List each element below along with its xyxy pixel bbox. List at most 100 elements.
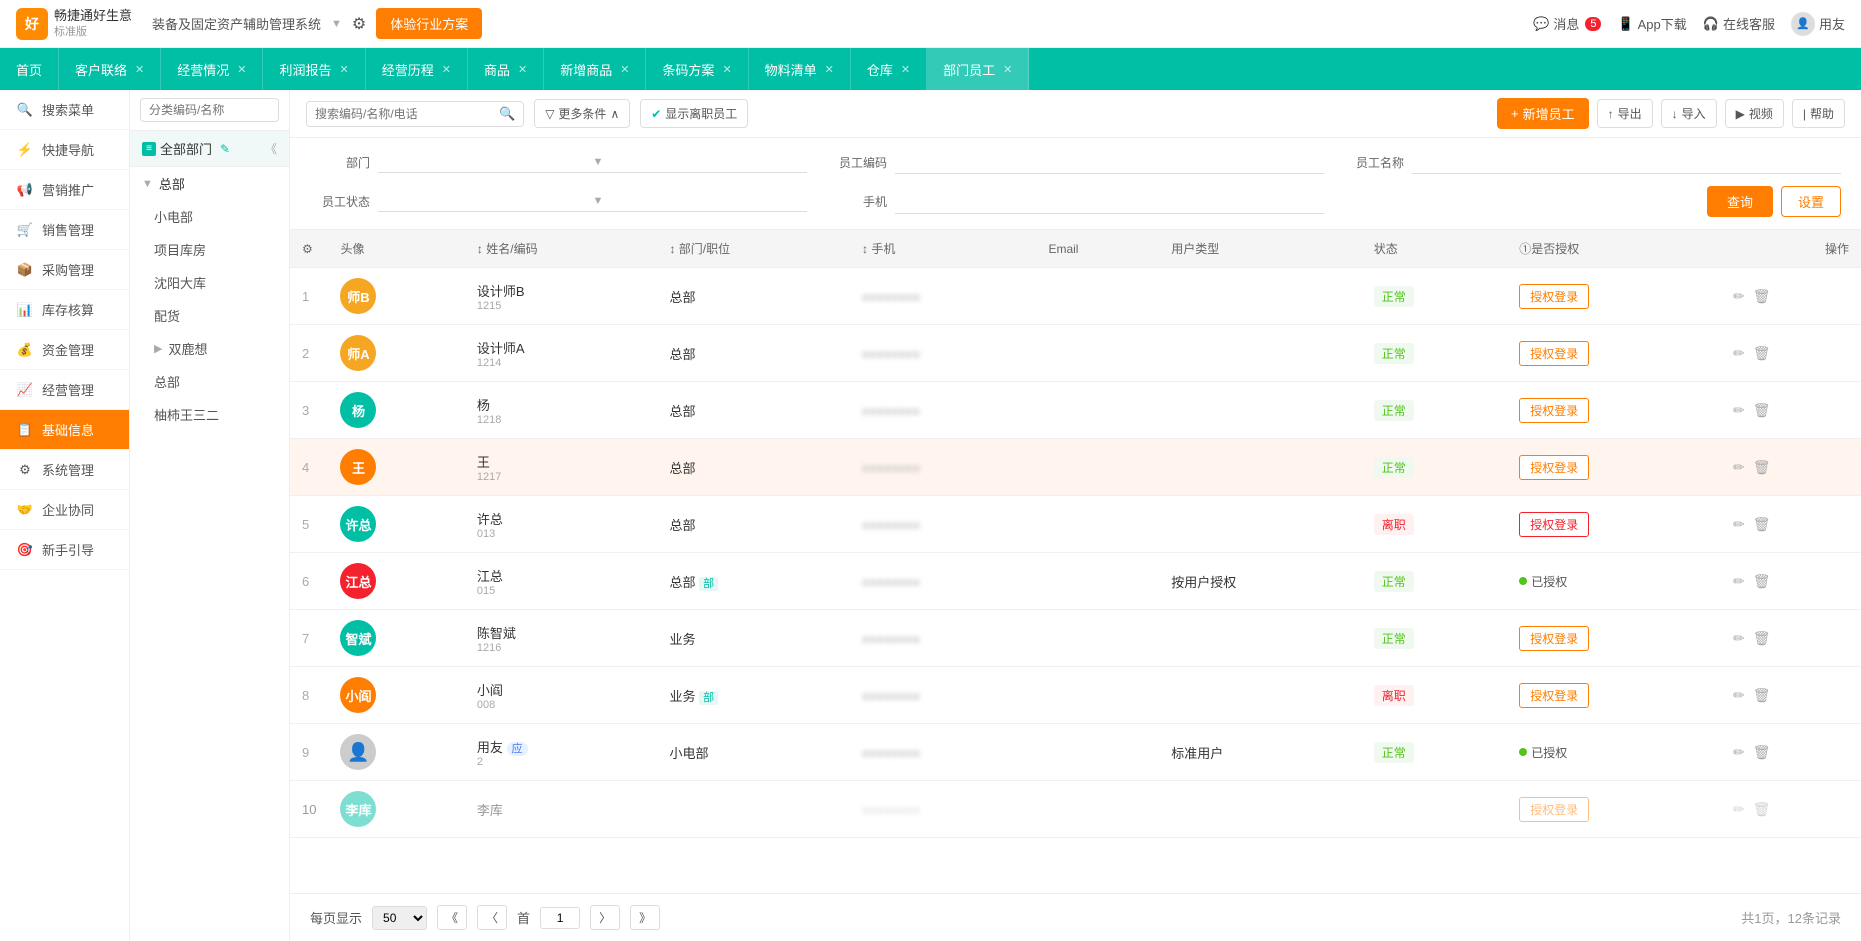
sidebar-item-guide[interactable]: 🎯 新手引导 — [0, 530, 129, 570]
auth-button[interactable]: 授权登录 — [1519, 797, 1589, 822]
dept-tree-item-shenyang[interactable]: 沈阳大库 — [130, 266, 289, 299]
delete-button[interactable]: 🗑 — [1753, 801, 1771, 818]
delete-button[interactable]: 🗑 — [1753, 573, 1771, 590]
tab-warehouse[interactable]: 仓库 ✕ — [851, 48, 927, 90]
page-number-input[interactable] — [540, 907, 580, 929]
tab-add-goods[interactable]: 新增商品 ✕ — [544, 48, 646, 90]
prev-page-button[interactable]: 〈 — [477, 905, 507, 930]
sidebar-item-finance[interactable]: 💰 资金管理 — [0, 330, 129, 370]
auth-button[interactable]: 授权登录 — [1519, 626, 1589, 651]
sidebar-item-marketing[interactable]: 📢 营销推广 — [0, 170, 129, 210]
col-settings[interactable]: ⚙ — [290, 230, 328, 268]
close-icon[interactable]: ✕ — [722, 63, 731, 76]
close-icon[interactable]: ✕ — [237, 63, 246, 76]
close-icon[interactable]: ✕ — [1003, 63, 1012, 76]
delete-button[interactable]: 🗑 — [1753, 288, 1771, 305]
edit-button[interactable]: ✏ — [1733, 345, 1745, 362]
status-select[interactable]: ▼ — [378, 191, 807, 212]
close-icon[interactable]: ✕ — [901, 63, 910, 76]
close-icon[interactable]: ✕ — [620, 63, 629, 76]
dept-tree-item-xiaodian[interactable]: 小电部 — [130, 200, 289, 233]
tab-history[interactable]: 经营历程 ✕ — [366, 48, 468, 90]
close-icon[interactable]: ✕ — [518, 63, 527, 76]
delete-button[interactable]: 🗑 — [1753, 402, 1771, 419]
auth-button[interactable]: 授权登录 — [1519, 683, 1589, 708]
video-button[interactable]: ▶ 视频 — [1725, 99, 1784, 128]
auth-button[interactable]: 授权登录 — [1519, 284, 1589, 309]
sidebar-item-sales[interactable]: 🛒 销售管理 — [0, 210, 129, 250]
close-icon[interactable]: ✕ — [825, 63, 834, 76]
dept-tree-item-zongbu[interactable]: 总部 — [130, 365, 289, 398]
dept-settings-icon[interactable]: ✎ — [220, 142, 230, 156]
edit-button[interactable]: ✏ — [1733, 630, 1745, 647]
edit-button[interactable]: ✏ — [1733, 516, 1745, 533]
tab-profit[interactable]: 利润报告 ✕ — [263, 48, 365, 90]
auth-button[interactable]: 授权登录 — [1519, 512, 1589, 537]
dept-tree-root[interactable]: ▼ 总部 — [130, 167, 289, 200]
edit-button[interactable]: ✏ — [1733, 288, 1745, 305]
col-phone[interactable]: ↕ 手机 — [850, 230, 1036, 268]
emp-code-input[interactable] — [895, 150, 1324, 174]
sidebar-item-basic[interactable]: 📋 基础信息 — [0, 410, 129, 450]
edit-button[interactable]: ✏ — [1733, 573, 1745, 590]
delete-button[interactable]: 🗑 — [1753, 744, 1771, 761]
col-dept[interactable]: ↕ 部门/职位 — [657, 230, 850, 268]
delete-button[interactable]: 🗑 — [1753, 516, 1771, 533]
delete-button[interactable]: 🗑 — [1753, 630, 1771, 647]
edit-button[interactable]: ✏ — [1733, 402, 1745, 419]
close-icon[interactable]: ✕ — [442, 63, 451, 76]
close-icon[interactable]: ✕ — [340, 63, 349, 76]
trial-button[interactable]: 体验行业方案 — [376, 8, 482, 39]
sidebar-item-management[interactable]: 📈 经营管理 — [0, 370, 129, 410]
sidebar-item-purchase[interactable]: 📦 采购管理 — [0, 250, 129, 290]
system-title-dropdown[interactable]: ▼ — [331, 18, 342, 30]
dept-tree-item-shuanglu[interactable]: ▶ 双鹿想 — [130, 332, 289, 365]
search-icon[interactable]: 🔍 — [499, 106, 515, 122]
gear-button[interactable]: ⚙ — [352, 14, 366, 34]
sidebar-item-inventory[interactable]: 📊 库存核算 — [0, 290, 129, 330]
tab-home[interactable]: 首页 — [0, 48, 59, 90]
tab-operation[interactable]: 经营情况 ✕ — [161, 48, 263, 90]
edit-button[interactable]: ✏ — [1733, 744, 1745, 761]
help-button[interactable]: | 帮助 — [1792, 99, 1845, 128]
import-button[interactable]: ↓ 导入 — [1661, 99, 1717, 128]
per-page-select[interactable]: 50 20 100 — [372, 906, 427, 930]
sidebar-item-system[interactable]: ⚙ 系统管理 — [0, 450, 129, 490]
last-page-button[interactable]: 》 — [630, 905, 660, 930]
dept-tree-item-project[interactable]: 项目库房 — [130, 233, 289, 266]
tab-barcode[interactable]: 条码方案 ✕ — [646, 48, 748, 90]
dept-search-input[interactable] — [140, 98, 279, 122]
tab-customer[interactable]: 客户联络 ✕ — [59, 48, 161, 90]
delete-button[interactable]: 🗑 — [1753, 345, 1771, 362]
phone-input[interactable] — [895, 190, 1324, 214]
dept-collapse-btn[interactable]: 《 — [265, 140, 277, 157]
app-download-button[interactable]: 📱 App下载 — [1617, 14, 1686, 33]
edit-button[interactable]: ✏ — [1733, 687, 1745, 704]
close-icon[interactable]: ✕ — [135, 63, 144, 76]
edit-button[interactable]: ✏ — [1733, 459, 1745, 476]
auth-button[interactable]: 授权登录 — [1519, 341, 1589, 366]
online-service-button[interactable]: 🎧 在线客服 — [1703, 14, 1775, 33]
sidebar-item-nav[interactable]: ⚡ 快捷导航 — [0, 130, 129, 170]
sidebar-item-collab[interactable]: 🤝 企业协同 — [0, 490, 129, 530]
more-filter-button[interactable]: ▽ 更多条件 ∧ — [534, 99, 630, 128]
user-menu[interactable]: 👤 用友 — [1791, 12, 1845, 36]
tab-goods[interactable]: 商品 ✕ — [468, 48, 544, 90]
dept-tree-item-peihuo[interactable]: 配货 — [130, 299, 289, 332]
tab-dept-staff[interactable]: 部门员工 ✕ — [927, 48, 1029, 90]
tab-bom[interactable]: 物料清单 ✕ — [749, 48, 851, 90]
dept-select[interactable]: ▼ — [378, 152, 807, 173]
dept-tree-item-youshi[interactable]: 柚柿王三二 — [130, 398, 289, 431]
sidebar-item-search[interactable]: 🔍 搜索菜单 — [0, 90, 129, 130]
col-name[interactable]: ↕ 姓名/编码 — [465, 230, 658, 268]
auth-button[interactable]: 授权登录 — [1519, 398, 1589, 423]
auth-button[interactable]: 授权登录 — [1519, 455, 1589, 480]
setting-button[interactable]: 设置 — [1781, 186, 1841, 217]
emp-name-input[interactable] — [1412, 150, 1841, 174]
first-page-button[interactable]: 《 — [437, 905, 467, 930]
next-page-button[interactable]: 〉 — [590, 905, 620, 930]
edit-button[interactable]: ✏ — [1733, 801, 1745, 818]
delete-button[interactable]: 🗑 — [1753, 459, 1771, 476]
search-input[interactable] — [315, 107, 495, 121]
export-button[interactable]: ↑ 导出 — [1597, 99, 1653, 128]
